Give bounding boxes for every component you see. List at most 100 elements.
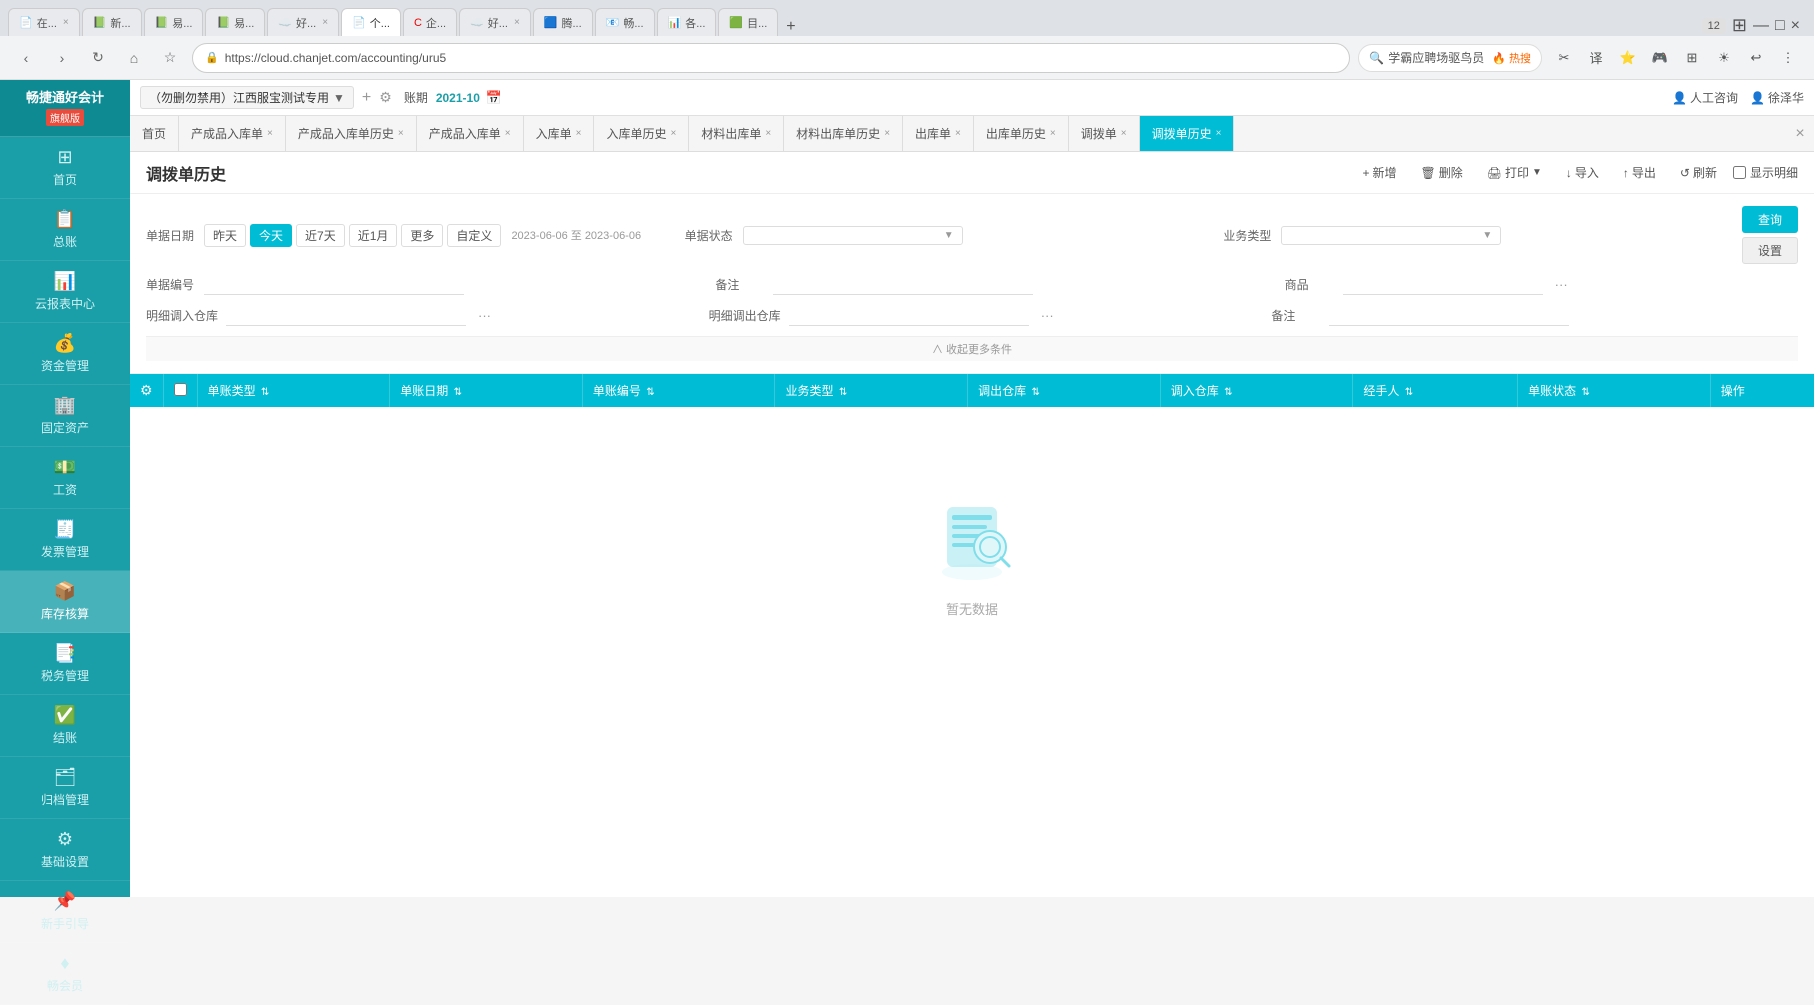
tab-material-out-history[interactable]: 材料出库单历史 ×: [784, 116, 903, 152]
sidebar-item-assets[interactable]: 🏢 固定资产: [0, 385, 130, 447]
goods-input[interactable]: [1343, 274, 1543, 295]
table-header-gear[interactable]: ⚙: [130, 374, 163, 407]
tab-close-icon[interactable]: ×: [398, 128, 404, 139]
goods-select-icon[interactable]: ···: [1551, 277, 1572, 292]
date-7days-btn[interactable]: 近7天: [296, 224, 345, 247]
tab-close-icon[interactable]: ×: [1121, 128, 1127, 139]
table-header-type[interactable]: 单账类型 ⇅: [197, 374, 390, 407]
tab-transfer[interactable]: 调拨单 ×: [1069, 116, 1140, 152]
tab-close-icon[interactable]: ×: [505, 128, 511, 139]
refresh-button[interactable]: ↺ 刷新: [1672, 160, 1725, 185]
detail-out-select-icon[interactable]: ···: [1037, 308, 1058, 323]
sidebar-item-guide[interactable]: 📌 新手引导: [0, 881, 130, 943]
date-custom-btn[interactable]: 自定义: [447, 224, 501, 247]
tab-finished-in-history[interactable]: 产成品入库单历史 ×: [286, 116, 417, 152]
browser-tab-3[interactable]: 📗 易...: [144, 8, 204, 36]
back-button[interactable]: ‹: [12, 44, 40, 72]
add-account-icon[interactable]: +: [362, 89, 371, 107]
tab-finished-in[interactable]: 产成品入库单 ×: [179, 116, 286, 152]
display-checkbox[interactable]: [1733, 166, 1746, 179]
filter-settings-button[interactable]: 设置: [1742, 237, 1798, 264]
tab-close-icon[interactable]: ×: [514, 17, 520, 28]
account-selector[interactable]: （勿删勿禁用）江西服宝测试专用 ▼: [140, 86, 354, 109]
sidebar-item-archive[interactable]: 🗂 归档管理: [0, 757, 130, 819]
bookmark-button[interactable]: ☆: [156, 44, 184, 72]
support-button[interactable]: 👤 人工咨询: [1672, 89, 1738, 106]
sidebar-item-invoices[interactable]: 🧾 发票管理: [0, 509, 130, 571]
browser-tab-11[interactable]: 📊 各...: [657, 8, 717, 36]
browser-tab-4[interactable]: 📗 易...: [205, 8, 265, 36]
tab-close-icon[interactable]: ×: [63, 17, 69, 28]
sidebar-item-settings[interactable]: ⚙ 基础设置: [0, 819, 130, 881]
browser-tab-12[interactable]: 🟩 目...: [718, 8, 778, 36]
detail-out-input[interactable]: [789, 305, 1029, 326]
menu-button[interactable]: ⋮: [1774, 44, 1802, 72]
table-header-checkbox[interactable]: [163, 374, 197, 407]
new-tab-button[interactable]: +: [780, 18, 801, 36]
export-button[interactable]: ↑ 导出: [1615, 160, 1664, 185]
gear-icon[interactable]: ⚙: [140, 382, 153, 398]
table-header-date[interactable]: 单账日期 ⇅: [390, 374, 583, 407]
sidebar-item-reports[interactable]: 📊 云报表中心: [0, 261, 130, 323]
tab-count-badge[interactable]: 12: [1702, 18, 1726, 34]
address-bar[interactable]: 🔒 https://cloud.chanjet.com/accounting/u…: [192, 43, 1350, 73]
date-today-btn[interactable]: 今天: [250, 224, 292, 247]
note-input[interactable]: [773, 274, 1033, 295]
status-select[interactable]: ▼: [743, 226, 963, 245]
star-wallet-button[interactable]: ⭐: [1614, 44, 1642, 72]
date-more-btn[interactable]: 更多: [401, 224, 443, 247]
tab-material-out[interactable]: 材料出库单 ×: [689, 116, 784, 152]
date-1month-btn[interactable]: 近1月: [349, 224, 398, 247]
table-header-status[interactable]: 单账状态 ⇅: [1518, 374, 1711, 407]
sidebar-item-inventory[interactable]: 📦 库存核算: [0, 571, 130, 633]
tab-home[interactable]: 首页: [130, 116, 179, 152]
browser-tab-8[interactable]: ☁️ 好... ×: [459, 8, 531, 36]
tab-in[interactable]: 入库单 ×: [524, 116, 595, 152]
tab-out[interactable]: 出库单 ×: [903, 116, 974, 152]
detail-in-input[interactable]: [226, 305, 466, 326]
sidebar-item-wages[interactable]: 💵 工资: [0, 447, 130, 509]
table-header-business[interactable]: 业务类型 ⇅: [775, 374, 968, 407]
close-all-tabs-button[interactable]: ×: [1786, 120, 1814, 148]
date-yesterday-btn[interactable]: 昨天: [204, 224, 246, 247]
display-toggle[interactable]: 显示明细: [1733, 164, 1798, 181]
scissors-button[interactable]: ✂: [1550, 44, 1578, 72]
calendar-icon[interactable]: 📅: [486, 90, 502, 106]
table-header-in-warehouse[interactable]: 调入仓库 ⇅: [1160, 374, 1353, 407]
browser-tab-7[interactable]: C 企...: [403, 8, 457, 36]
tab-finished-in-2[interactable]: 产成品入库单 ×: [417, 116, 524, 152]
tab-close-icon[interactable]: ×: [1216, 128, 1222, 139]
user-button[interactable]: 👤 徐泽华: [1750, 89, 1804, 106]
tab-close-icon[interactable]: ×: [955, 128, 961, 139]
tab-out-history[interactable]: 出库单历史 ×: [974, 116, 1069, 152]
close-browser-icon[interactable]: ×: [1791, 17, 1800, 35]
refresh-button[interactable]: ↻: [84, 44, 112, 72]
delete-button[interactable]: 🗑 删除: [1412, 160, 1470, 185]
tab-in-history[interactable]: 入库单历史 ×: [594, 116, 689, 152]
tab-close-icon[interactable]: ×: [576, 128, 582, 139]
browser-tab-10[interactable]: 📧 畅...: [595, 8, 655, 36]
select-all-checkbox[interactable]: [174, 383, 187, 396]
table-header-out-warehouse[interactable]: 调出仓库 ⇅: [968, 374, 1161, 407]
browser-tab-1[interactable]: 📄 在... ×: [8, 8, 80, 36]
sidebar-item-member[interactable]: ♦ 畅会员: [0, 943, 130, 1005]
tab-close-icon[interactable]: ×: [670, 128, 676, 139]
tab-close-icon[interactable]: ×: [267, 128, 273, 139]
detail-in-select-icon[interactable]: ···: [474, 308, 495, 323]
browser-tab-6[interactable]: 📄 个...: [341, 8, 401, 36]
print-button[interactable]: 🖨 打印 ▼: [1479, 160, 1550, 185]
query-button[interactable]: 查询: [1742, 206, 1798, 233]
maximize-icon[interactable]: □: [1775, 17, 1785, 35]
tab-close-icon[interactable]: ×: [765, 128, 771, 139]
sidebar-item-tax[interactable]: 📑 税务管理: [0, 633, 130, 695]
tab-list-icon[interactable]: ⊞: [1732, 15, 1747, 36]
tab-transfer-history[interactable]: 调拨单历史 ×: [1140, 116, 1235, 152]
grid-button[interactable]: ⊞: [1678, 44, 1706, 72]
minimize-icon[interactable]: —: [1753, 17, 1769, 35]
forward-button[interactable]: ›: [48, 44, 76, 72]
business-type-select[interactable]: ▼: [1281, 226, 1501, 245]
table-header-handler[interactable]: 经手人 ⇅: [1353, 374, 1518, 407]
home-button[interactable]: ⌂: [120, 44, 148, 72]
sidebar-item-ledger[interactable]: 📋 总账: [0, 199, 130, 261]
doc-number-input[interactable]: [204, 274, 464, 295]
